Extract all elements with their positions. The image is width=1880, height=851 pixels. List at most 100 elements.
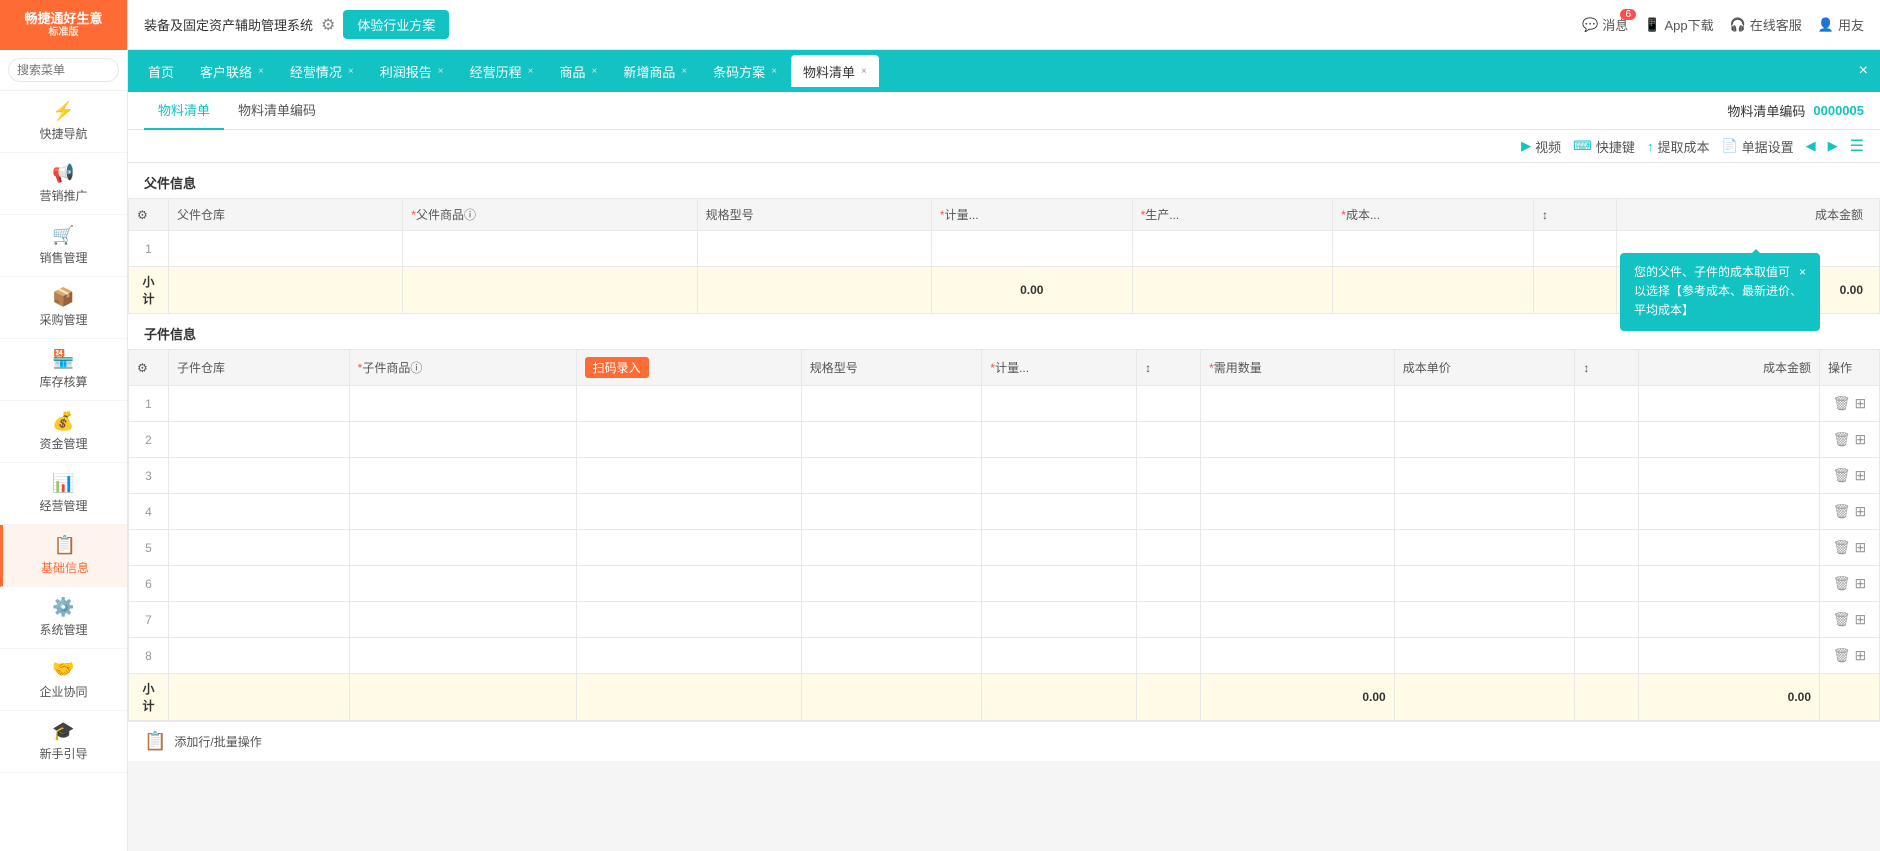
child-spec-1[interactable]	[801, 386, 982, 422]
child-spec-6[interactable]	[801, 566, 982, 602]
parent-unit-cell[interactable]	[931, 231, 1132, 267]
parent-spec-cell[interactable]	[697, 231, 931, 267]
tab-operation[interactable]: 经营情况 ×	[278, 55, 366, 87]
copy-icon-7[interactable]: ⊞	[1855, 611, 1867, 628]
view-btn[interactable]: ▶ 视频	[1521, 137, 1561, 156]
scan-btn[interactable]: 扫码录入	[585, 357, 649, 378]
close-operation-icon[interactable]: ×	[348, 66, 354, 77]
child-spec-2[interactable]	[801, 422, 982, 458]
child-spec-8[interactable]	[801, 638, 982, 674]
sidebar-item-basic[interactable]: 📋 基础信息	[0, 525, 127, 587]
sidebar-item-operation[interactable]: 📊 经营管理	[0, 463, 127, 525]
child-product-3[interactable]	[349, 458, 576, 494]
single-setting-btn[interactable]: 📄 单据设置	[1721, 137, 1793, 156]
child-product-8[interactable]	[349, 638, 576, 674]
close-profit-icon[interactable]: ×	[438, 66, 444, 77]
sidebar-item-system[interactable]: ⚙️ 系统管理	[0, 587, 127, 649]
tab-customer[interactable]: 客户联络 ×	[188, 55, 276, 87]
tooltip-close-btn[interactable]: ×	[1799, 263, 1806, 282]
child-warehouse-5[interactable]	[169, 530, 350, 566]
close-history-icon[interactable]: ×	[528, 66, 534, 77]
child-product-6[interactable]	[349, 566, 576, 602]
child-product-4[interactable]	[349, 494, 576, 530]
copy-icon-3[interactable]: ⊞	[1855, 467, 1867, 484]
child-warehouse-2[interactable]	[169, 422, 350, 458]
child-spec-7[interactable]	[801, 602, 982, 638]
child-unit-cost-7[interactable]	[1394, 602, 1575, 638]
close-goods-icon[interactable]: ×	[591, 66, 597, 77]
delete-icon-3[interactable]: 🗑	[1833, 467, 1851, 484]
close-customer-icon[interactable]: ×	[258, 66, 264, 77]
message-icon-item[interactable]: 💬 消息 6	[1582, 15, 1628, 34]
tab-bom[interactable]: 物料清单 ×	[791, 55, 879, 87]
close-new-goods-icon[interactable]: ×	[681, 66, 687, 77]
sidebar-item-quick-nav[interactable]: ⚡ 快捷导航	[0, 91, 127, 153]
sidebar-item-finance[interactable]: 💰 资金管理	[0, 401, 127, 463]
tab-history[interactable]: 经营历程 ×	[458, 55, 546, 87]
delete-icon-5[interactable]: 🗑	[1833, 539, 1851, 556]
child-unit-cost-3[interactable]	[1394, 458, 1575, 494]
nav-next-icon[interactable]: ▶	[1828, 138, 1838, 154]
child-unit-4[interactable]	[982, 494, 1137, 530]
parent-col-settings[interactable]: ⚙	[129, 199, 169, 231]
child-unit-cost-8[interactable]	[1394, 638, 1575, 674]
child-unit-cost-6[interactable]	[1394, 566, 1575, 602]
copy-icon-2[interactable]: ⊞	[1855, 431, 1867, 448]
child-unit-6[interactable]	[982, 566, 1137, 602]
child-warehouse-6[interactable]	[169, 566, 350, 602]
sidebar-item-marketing[interactable]: 📢 营销推广	[0, 153, 127, 215]
child-qty-2[interactable]	[1201, 422, 1395, 458]
parent-produce-cell[interactable]	[1132, 231, 1333, 267]
child-warehouse-4[interactable]	[169, 494, 350, 530]
sidebar-item-enterprise[interactable]: 🤝 企业协同	[0, 649, 127, 711]
child-qty-5[interactable]	[1201, 530, 1395, 566]
parent-warehouse-cell[interactable]	[169, 231, 403, 267]
child-qty-8[interactable]	[1201, 638, 1395, 674]
close-barcode-icon[interactable]: ×	[771, 66, 777, 77]
sub-nav-bom-list[interactable]: 物料清单	[144, 92, 224, 130]
child-qty-6[interactable]	[1201, 566, 1395, 602]
add-row-icon[interactable]: 📋	[144, 731, 166, 752]
tab-home[interactable]: 首页	[136, 55, 186, 87]
close-bom-icon[interactable]: ×	[861, 66, 867, 77]
close-all-tabs-icon[interactable]: ×	[1855, 58, 1872, 84]
copy-icon-1[interactable]: ⊞	[1855, 395, 1867, 412]
parent-cost-cell[interactable]	[1333, 231, 1534, 267]
sidebar-item-guide[interactable]: 🎓 新手引导	[0, 711, 127, 773]
gear-icon[interactable]: ⚙	[321, 15, 335, 35]
parent-product-cell[interactable]	[403, 231, 697, 267]
child-warehouse-7[interactable]	[169, 602, 350, 638]
nav-prev-icon[interactable]: ◀	[1806, 138, 1816, 154]
child-unit-1[interactable]	[982, 386, 1137, 422]
child-product-2[interactable]	[349, 422, 576, 458]
child-warehouse-3[interactable]	[169, 458, 350, 494]
delete-icon-7[interactable]: 🗑	[1833, 611, 1851, 628]
online-service-item[interactable]: 🎧 在线客服	[1730, 15, 1802, 34]
sub-nav-bom-code[interactable]: 物料清单编码	[224, 92, 330, 130]
child-product-7[interactable]	[349, 602, 576, 638]
user-item[interactable]: 👤 用友	[1818, 15, 1864, 34]
child-product-5[interactable]	[349, 530, 576, 566]
child-spec-4[interactable]	[801, 494, 982, 530]
child-unit-cost-5[interactable]	[1394, 530, 1575, 566]
app-download-item[interactable]: 📱 App下载	[1644, 15, 1713, 34]
menu-icon[interactable]: ☰	[1850, 136, 1864, 156]
child-unit-cost-2[interactable]	[1394, 422, 1575, 458]
experience-button[interactable]: 体验行业方案	[343, 10, 449, 39]
child-unit-cost-4[interactable]	[1394, 494, 1575, 530]
tab-barcode[interactable]: 条码方案 ×	[701, 55, 789, 87]
extract-cost-btn[interactable]: ↑ 提取成本	[1647, 137, 1710, 156]
child-unit-2[interactable]	[982, 422, 1137, 458]
child-qty-4[interactable]	[1201, 494, 1395, 530]
sidebar-search-container[interactable]	[0, 50, 127, 91]
child-spec-3[interactable]	[801, 458, 982, 494]
sidebar-item-inventory[interactable]: 🏪 库存核算	[0, 339, 127, 401]
child-warehouse-1[interactable]	[169, 386, 350, 422]
delete-icon-4[interactable]: 🗑	[1833, 503, 1851, 520]
copy-icon-8[interactable]: ⊞	[1855, 647, 1867, 664]
child-col-settings[interactable]: ⚙	[129, 350, 169, 386]
delete-icon-2[interactable]: 🗑	[1833, 431, 1851, 448]
sidebar-item-sales[interactable]: 🛒 销售管理	[0, 215, 127, 277]
copy-icon-4[interactable]: ⊞	[1855, 503, 1867, 520]
copy-icon-6[interactable]: ⊞	[1855, 575, 1867, 592]
